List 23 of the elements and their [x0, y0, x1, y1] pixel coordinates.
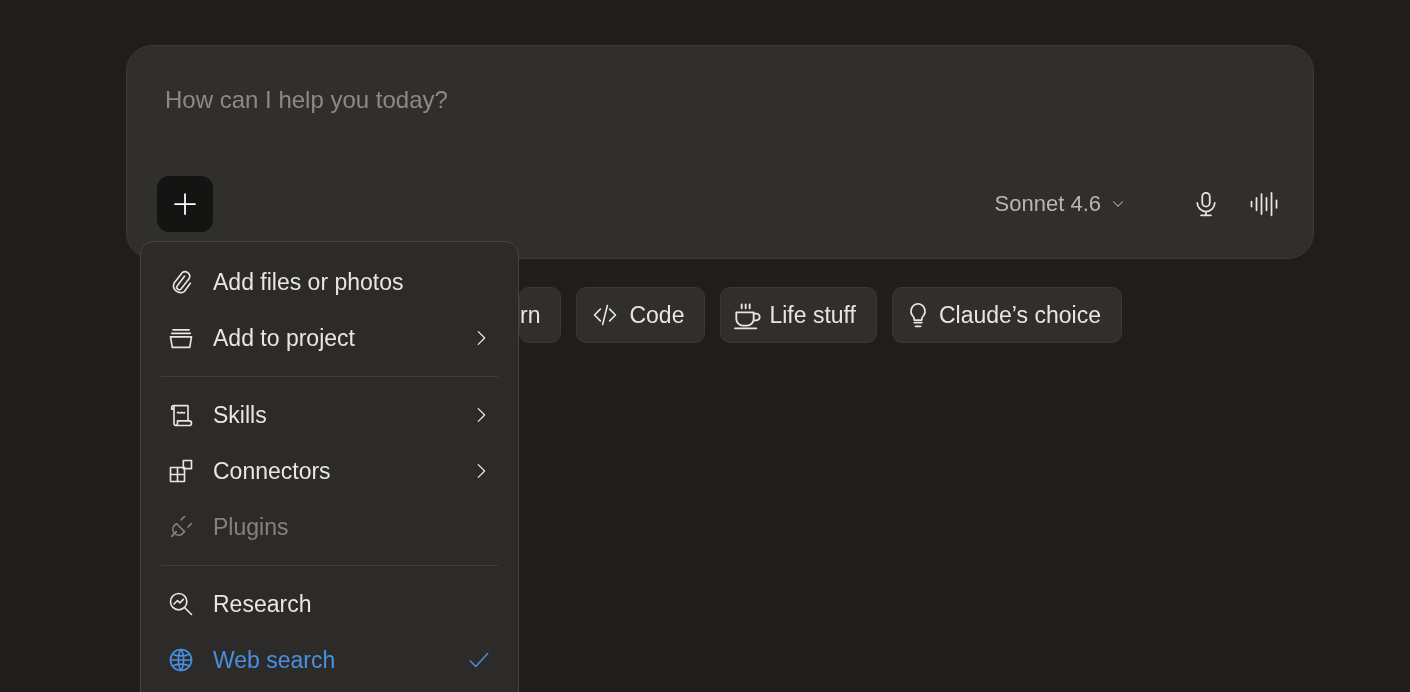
menu-item[interactable]: Add files or photos	[149, 254, 510, 310]
menu-item-label: Connectors	[213, 457, 332, 485]
menu-item[interactable]: Add to project	[149, 310, 510, 366]
menu-item-label: Web search	[213, 646, 337, 674]
prompt-chip[interactable]: rn	[519, 287, 562, 343]
magnifier-chart-icon	[167, 590, 195, 618]
menu-item-label: Add files or photos	[213, 268, 405, 296]
prompt-chip[interactable]: Life stuff	[720, 287, 877, 343]
menu-item-label: Research	[213, 590, 313, 618]
menu-item[interactable]: Skills	[149, 387, 510, 443]
add-button[interactable]	[157, 176, 213, 232]
menu-item[interactable]: Research	[149, 576, 510, 632]
message-input[interactable]: How can I help you today?	[157, 86, 773, 114]
menu-item-label: Skills	[213, 401, 268, 429]
globe-icon	[167, 646, 195, 674]
model-selector[interactable]: Sonnet 4.6	[988, 190, 1133, 218]
menu-item-label: Add to project	[213, 324, 356, 352]
menu-item[interactable]: Connectors	[149, 443, 510, 499]
menu-item-label: Plugins	[213, 513, 290, 541]
prompt-chip[interactable]: Code	[576, 287, 706, 343]
blocks-icon	[167, 457, 195, 485]
menu-item[interactable]: Web search	[149, 632, 510, 688]
prompt-chip[interactable]: Claude’s choice	[891, 287, 1122, 343]
